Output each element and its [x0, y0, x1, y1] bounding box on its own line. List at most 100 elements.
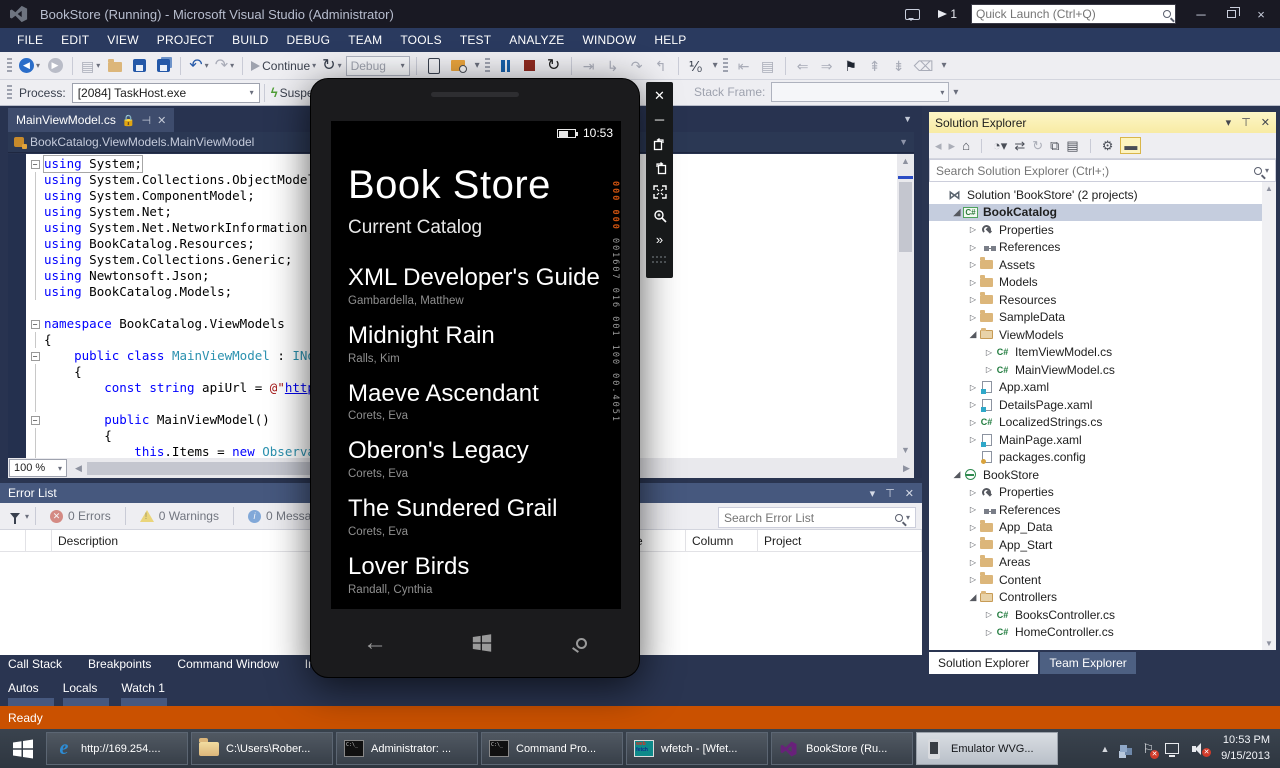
step-into-button[interactable]: ↳	[602, 55, 624, 77]
error-list-search-input[interactable]	[724, 511, 895, 525]
expander-icon[interactable]: ◢	[951, 469, 963, 480]
open-file-button[interactable]	[104, 55, 126, 77]
outlining-margin[interactable]	[26, 188, 44, 204]
menu-item-help[interactable]: HELP	[645, 29, 695, 51]
tree-item-app-start[interactable]: ▷App_Start	[929, 536, 1276, 554]
stack-frame-dropdown[interactable]: ▾	[771, 82, 949, 102]
deploy-device-button[interactable]	[423, 55, 445, 77]
restore-button[interactable]	[1216, 3, 1246, 25]
outlining-margin[interactable]	[26, 332, 44, 348]
expander-icon[interactable]: ▷	[983, 365, 995, 374]
expand-toolbar-button[interactable]: »	[649, 230, 670, 249]
collapse-box-icon[interactable]: −	[31, 416, 40, 425]
tree-item-app-xaml[interactable]: ▷App.xaml	[929, 379, 1276, 397]
save-all-button[interactable]	[152, 55, 174, 77]
forward-button[interactable]: ▸	[949, 139, 956, 152]
show-next-statement-button[interactable]: ⇥	[578, 55, 600, 77]
home-button[interactable]: ⌂	[962, 139, 970, 152]
expander-icon[interactable]: ▷	[967, 418, 979, 427]
taskbar-button-folder[interactable]: C:\Users\Rober...	[191, 732, 333, 765]
expander-icon[interactable]: ▷	[967, 435, 979, 444]
stop-debugging-button[interactable]	[519, 55, 541, 77]
continue-button[interactable]: Continue▾	[249, 55, 318, 77]
menu-item-debug[interactable]: DEBUG	[278, 29, 340, 51]
outlining-margin[interactable]	[26, 444, 44, 458]
sync-with-active-document-button[interactable]: ⇄	[1014, 139, 1025, 152]
close-icon[interactable]: ✕	[905, 487, 914, 500]
outlining-margin[interactable]	[26, 236, 44, 252]
window-position-dropdown[interactable]: ▾	[1226, 116, 1232, 129]
comment-button[interactable]: ▤	[757, 55, 779, 77]
book-list-item[interactable]: Lover BirdsRandall, Cynthia	[348, 553, 621, 596]
show-hidden-icons-button[interactable]: ▲	[1100, 744, 1109, 754]
tree-item-areas[interactable]: ▷Areas	[929, 554, 1276, 572]
show-all-files-button[interactable]: ▤	[1066, 139, 1078, 152]
tab-breakpoints[interactable]: Breakpoints	[88, 657, 151, 671]
feedback-icon[interactable]	[905, 9, 920, 20]
expander-icon[interactable]: ▷	[967, 313, 979, 322]
search-options-dropdown[interactable]: ▾	[906, 513, 910, 522]
outlining-margin[interactable]	[26, 204, 44, 220]
collapse-box-icon[interactable]: −	[31, 160, 40, 169]
expander-icon[interactable]: ▷	[967, 260, 979, 269]
toolbar-drag-handle[interactable]	[652, 256, 668, 263]
toolbar-overflow[interactable]: ▾	[713, 60, 718, 71]
zoom-button[interactable]	[649, 206, 670, 225]
back-button[interactable]: ◂	[935, 139, 942, 152]
tree-item-homecontroller-cs[interactable]: ▷C#HomeController.cs	[929, 624, 1276, 642]
break-all-button[interactable]	[495, 55, 517, 77]
pin-icon[interactable]: ⊤	[885, 487, 895, 500]
menu-item-test[interactable]: TEST	[451, 29, 500, 51]
filter-button[interactable]: ▾	[8, 505, 31, 527]
tree-item-mainpage-xaml[interactable]: ▷MainPage.xaml	[929, 431, 1276, 449]
paste-button[interactable]: ▤▾	[79, 55, 102, 77]
menu-item-edit[interactable]: EDIT	[52, 29, 98, 51]
pin-icon[interactable]: ⊤	[1241, 116, 1251, 129]
phone-search-button[interactable]	[576, 638, 587, 649]
book-list-item[interactable]: Oberon's LegacyCorets, Eva	[348, 437, 621, 480]
start-button[interactable]	[0, 729, 46, 768]
expander-icon[interactable]: ▷	[983, 610, 995, 619]
book-list-item[interactable]: XML Developer's GuideGambardella, Matthe…	[348, 264, 621, 307]
warnings-toggle[interactable]: 0 Warnings	[130, 509, 229, 523]
refresh-app-button[interactable]: ↻▾	[320, 55, 343, 77]
tree-item-content[interactable]: ▷Content	[929, 571, 1276, 589]
tree-item-solution-bookstore-2-projects-[interactable]: ⋈Solution 'BookStore' (2 projects)	[929, 186, 1276, 204]
column-header-project[interactable]: Project	[758, 530, 922, 551]
expander-icon[interactable]: ▷	[967, 558, 979, 567]
step-over-button[interactable]: ↷	[626, 55, 648, 77]
tree-item-bookstore[interactable]: ◢BookStore	[929, 466, 1276, 484]
outlining-margin[interactable]: −	[26, 348, 44, 364]
expander-icon[interactable]: ▷	[983, 628, 995, 637]
redo-button[interactable]: ↷▾	[213, 55, 236, 77]
document-tab[interactable]: MainViewModel.cs 🔒 ⊣ ✕	[8, 108, 174, 132]
column-header-blank[interactable]	[0, 530, 26, 551]
taskbar-button-cmd[interactable]: C:\_Administrator: ...	[336, 732, 478, 765]
tree-item-app-data[interactable]: ▷App_Data	[929, 519, 1276, 537]
scroll-up-icon[interactable]: ▲	[1262, 184, 1276, 193]
rotate-left-button[interactable]	[649, 134, 670, 153]
navigate-back-button[interactable]: ◀▾	[17, 55, 42, 77]
tree-item-resources[interactable]: ▷Resources	[929, 291, 1276, 309]
phone-back-button[interactable]: ←	[363, 631, 387, 655]
expander-icon[interactable]: ▷	[983, 348, 995, 357]
expander-icon[interactable]: ▷	[967, 278, 979, 287]
outlining-margin[interactable]: −	[26, 156, 44, 172]
tab-autos[interactable]: Autos	[8, 681, 39, 695]
expander-icon[interactable]: ▷	[967, 488, 979, 497]
outlining-margin[interactable]	[26, 428, 44, 444]
menu-item-window[interactable]: WINDOW	[573, 29, 645, 51]
save-button[interactable]	[128, 55, 150, 77]
notifications-button[interactable]: 1	[938, 7, 957, 21]
tree-item-models[interactable]: ▷Models	[929, 274, 1276, 292]
outlining-margin[interactable]	[26, 396, 44, 412]
vertical-scrollbar[interactable]: ▲ ▼	[897, 154, 914, 458]
window-position-dropdown[interactable]: ▾	[870, 487, 876, 500]
book-list-item[interactable]: Maeve AscendantCorets, Eva	[348, 380, 621, 423]
toolbar-overflow[interactable]: ▾	[953, 87, 958, 98]
solution-explorer-title-bar[interactable]: Solution Explorer ▾ ⊤ ✕	[929, 112, 1276, 133]
menu-item-team[interactable]: TEAM	[339, 29, 391, 51]
scroll-down-icon[interactable]: ▼	[1262, 639, 1276, 648]
preview-selected-items-button[interactable]: ▬	[1120, 137, 1141, 154]
toolbar-grip[interactable]	[7, 85, 12, 101]
